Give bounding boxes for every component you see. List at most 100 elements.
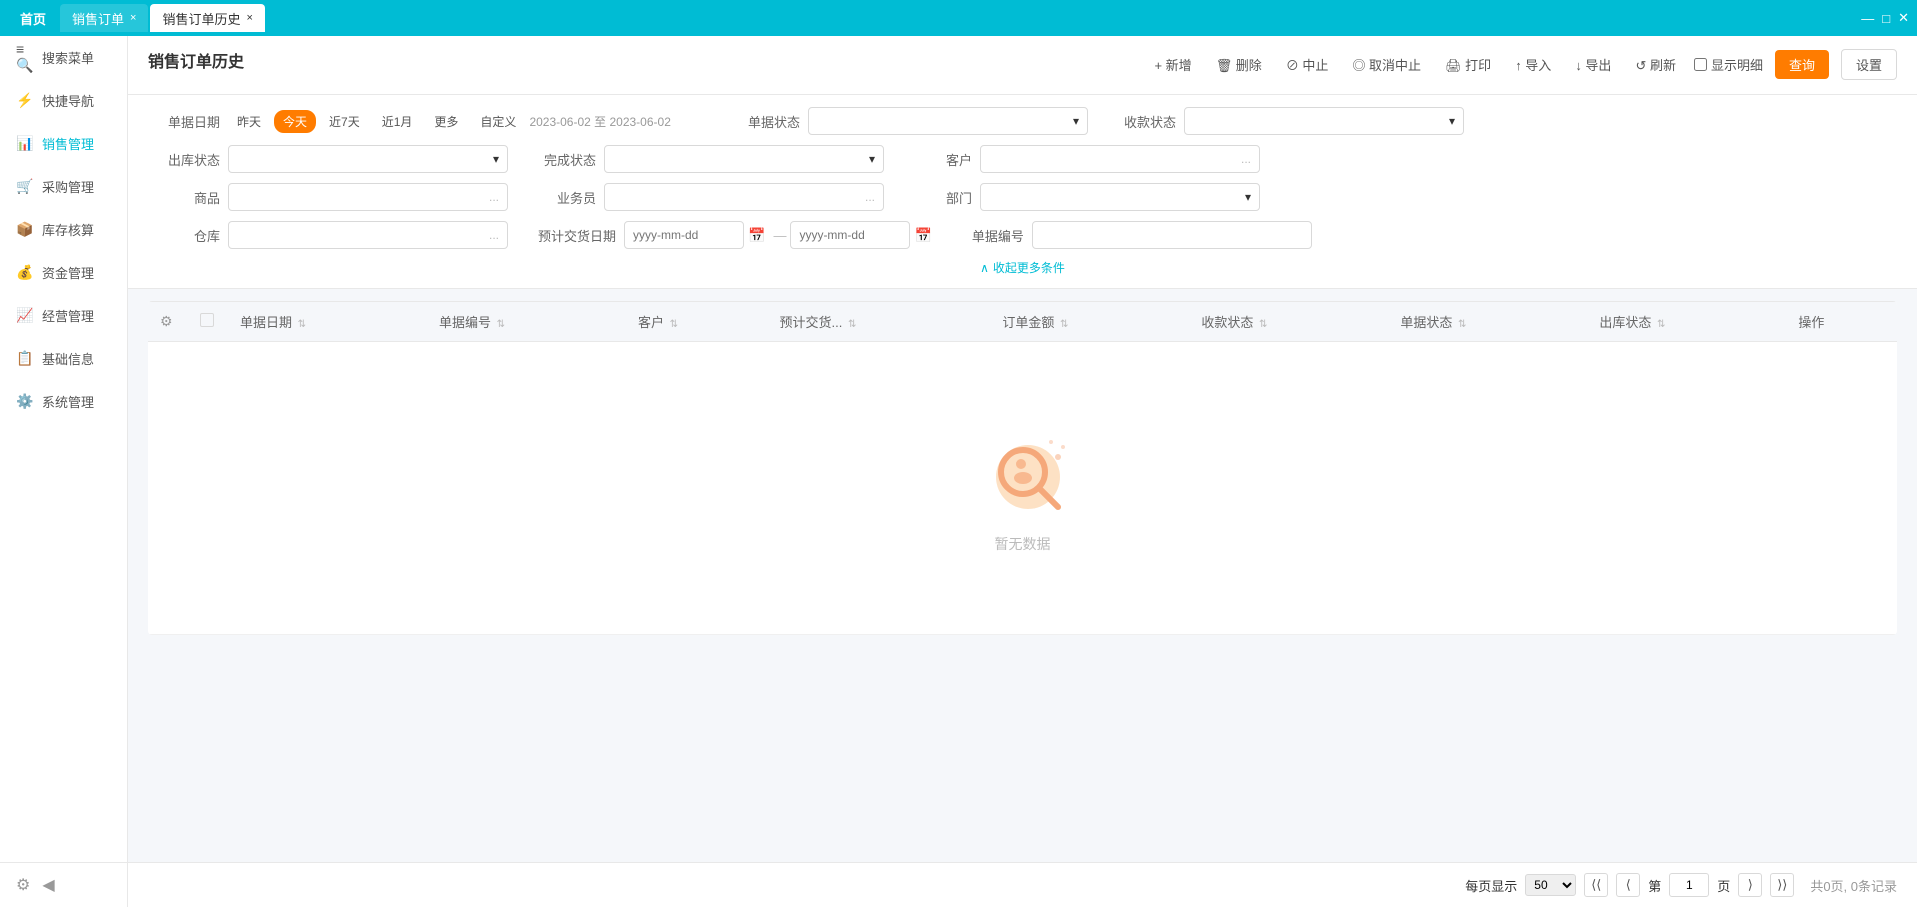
- date-7days-btn[interactable]: 近7天: [320, 110, 369, 133]
- salesperson-dots[interactable]: ...: [865, 190, 875, 204]
- tab-sales-history-close[interactable]: ×: [246, 12, 252, 24]
- col-date-sort[interactable]: ⇅: [298, 319, 306, 330]
- refresh-btn[interactable]: ↺ 刷新: [1629, 51, 1682, 78]
- page-number-input[interactable]: [1669, 873, 1709, 897]
- goods-select[interactable]: ...: [228, 183, 508, 211]
- page-next-btn[interactable]: ⟩: [1738, 873, 1762, 897]
- sidebar-item-inventory[interactable]: 📦 库存核算: [0, 208, 127, 251]
- tab-sales-history[interactable]: 销售订单历史 ×: [150, 4, 264, 32]
- tab-sales-history-label: 销售订单历史: [162, 9, 240, 28]
- warehouse-dots[interactable]: ...: [489, 228, 499, 242]
- col-customer-sort[interactable]: ⇅: [670, 319, 678, 330]
- settings-btn[interactable]: 设置: [1841, 49, 1897, 80]
- page-last-btn[interactable]: ⟩⟩: [1770, 873, 1794, 897]
- col-orderno-header[interactable]: 单据编号 ⇅: [427, 302, 626, 342]
- tab-home-label: 首页: [20, 9, 46, 28]
- col-delivery-sort[interactable]: ⇅: [1657, 319, 1665, 330]
- cancel-btn[interactable]: ◎ 取消中止: [1346, 51, 1427, 78]
- calendar-from-icon[interactable]: 📅: [748, 227, 765, 244]
- dept-select[interactable]: ▾: [980, 183, 1260, 211]
- window-close-btn[interactable]: ✕: [1898, 10, 1909, 26]
- goods-dots[interactable]: ...: [489, 190, 499, 204]
- sidebar-item-search-menu[interactable]: ≡🔍 搜索菜单: [0, 36, 127, 79]
- date-today-btn[interactable]: 今天: [274, 110, 316, 133]
- col-date-header[interactable]: 单据日期 ⇅: [228, 302, 427, 342]
- customer-select[interactable]: ...: [980, 145, 1260, 173]
- filter-row-1: 单据日期 昨天 今天 近7天 近1月 更多 自定义 2023-06-02 至 2…: [148, 107, 1897, 135]
- stop-btn[interactable]: ⊘ 中止: [1280, 51, 1335, 78]
- date-field: 昨天 今天 近7天 近1月 更多 自定义 2023-06-02 至 2023-0…: [228, 110, 728, 133]
- delete-btn[interactable]: 🗑 删除: [1210, 51, 1268, 78]
- import-btn[interactable]: ↑ 导入: [1509, 51, 1557, 78]
- filter-collapse-btn[interactable]: ∧ 收起更多条件: [148, 259, 1897, 276]
- col-expected-sort[interactable]: ⇅: [848, 319, 856, 330]
- sidebar-settings-icon[interactable]: ⚙: [16, 875, 30, 895]
- customer-dots[interactable]: ...: [1241, 152, 1251, 166]
- order-status-chevron: ▾: [1073, 114, 1079, 128]
- payment-status-select[interactable]: ▾: [1184, 107, 1464, 135]
- col-expected-header[interactable]: 预计交货... ⇅: [767, 302, 990, 342]
- warehouse-select[interactable]: ...: [228, 221, 508, 249]
- col-customer-header[interactable]: 客户 ⇅: [626, 302, 768, 342]
- new-btn[interactable]: + 新增: [1148, 51, 1197, 78]
- sidebar-item-sys-label: 系统管理: [42, 392, 94, 411]
- sidebar-item-sales-mgmt[interactable]: 📊 销售管理: [0, 122, 127, 165]
- sidebar-item-quick-nav[interactable]: ⚡ 快捷导航: [0, 79, 127, 122]
- print-btn[interactable]: 🖨 打印: [1439, 51, 1497, 78]
- search-menu-icon: ≡🔍: [16, 49, 34, 67]
- display-cols-toggle[interactable]: 显示明细: [1694, 55, 1763, 74]
- col-delivery-header[interactable]: 出库状态 ⇅: [1587, 302, 1786, 342]
- empty-row: 暂无数据: [148, 342, 1897, 635]
- col-orderno-label: 单据编号: [439, 315, 491, 330]
- col-amount-sort[interactable]: ⇅: [1060, 319, 1068, 330]
- col-orderstatus-sort[interactable]: ⇅: [1458, 319, 1466, 330]
- empty-text: 暂无数据: [995, 534, 1051, 554]
- col-settings-header[interactable]: ⚙: [148, 302, 188, 342]
- sidebar-item-base-info[interactable]: 📋 基础信息: [0, 337, 127, 380]
- sidebar: ≡🔍 搜索菜单 ⚡ 快捷导航 📊 销售管理 🛒 采购管理 📦 库存核算 💰 资金…: [0, 36, 128, 907]
- col-payment-header[interactable]: 收款状态 ⇅: [1189, 302, 1388, 342]
- page-title: 销售订单历史: [148, 48, 244, 72]
- expected-date-to-input[interactable]: [790, 221, 910, 249]
- sidebar-item-purchase-mgmt[interactable]: 🛒 采购管理: [0, 165, 127, 208]
- page-first-btn[interactable]: ⟨⟨: [1584, 873, 1608, 897]
- col-orderstatus-label: 单据状态: [1400, 315, 1452, 330]
- tab-home[interactable]: 首页: [8, 4, 58, 32]
- col-payment-sort[interactable]: ⇅: [1259, 319, 1267, 330]
- expected-date-from-input[interactable]: [624, 221, 744, 249]
- col-orderno-sort[interactable]: ⇅: [497, 319, 505, 330]
- calendar-to-icon[interactable]: 📅: [914, 227, 931, 244]
- order-status-select[interactable]: ▾: [808, 107, 1088, 135]
- goods-label: 商品: [148, 188, 228, 207]
- page-prev-btn[interactable]: ⟨: [1616, 873, 1640, 897]
- select-all-checkbox[interactable]: [200, 313, 214, 327]
- tab-sales-order[interactable]: 销售订单 ×: [60, 4, 148, 32]
- col-checkbox-header[interactable]: [188, 302, 228, 342]
- page-size-select[interactable]: 50 10 20 100: [1525, 874, 1576, 896]
- window-max-btn[interactable]: □: [1882, 11, 1890, 26]
- date-custom-btn[interactable]: 自定义: [471, 110, 525, 133]
- date-1month-btn[interactable]: 近1月: [373, 110, 422, 133]
- salesperson-select[interactable]: ...: [604, 183, 884, 211]
- col-amount-label: 订单金额: [1002, 315, 1054, 330]
- window-min-btn[interactable]: —: [1861, 11, 1874, 26]
- display-cols-checkbox[interactable]: [1694, 58, 1707, 71]
- sidebar-item-sys-mgmt[interactable]: ⚙️ 系统管理: [0, 380, 127, 423]
- complete-status-select[interactable]: ▾: [604, 145, 884, 173]
- content-area: 销售订单历史 + 新增 🗑 删除 ⊘ 中止 ◎ 取消中止 🖨 打印 ↑ 导入 ↓…: [128, 36, 1917, 907]
- col-amount-header[interactable]: 订单金额 ⇅: [990, 302, 1189, 342]
- delivery-status-select[interactable]: ▾: [228, 145, 508, 173]
- fund-mgmt-icon: 💰: [16, 264, 34, 282]
- sidebar-item-fund-mgmt[interactable]: 💰 资金管理: [0, 251, 127, 294]
- query-btn[interactable]: 查询: [1775, 50, 1829, 79]
- sidebar-collapse-icon[interactable]: ◀: [42, 875, 54, 895]
- order-no-input[interactable]: [1032, 221, 1312, 249]
- tab-sales-order-close[interactable]: ×: [130, 12, 136, 24]
- date-yesterday-btn[interactable]: 昨天: [228, 110, 270, 133]
- export-btn[interactable]: ↓ 导出: [1569, 51, 1617, 78]
- date-more-btn[interactable]: 更多: [425, 110, 467, 133]
- table-settings-icon[interactable]: ⚙: [160, 313, 173, 329]
- col-orderstatus-header[interactable]: 单据状态 ⇅: [1388, 302, 1587, 342]
- sys-mgmt-icon: ⚙️: [16, 393, 34, 411]
- sidebar-item-ops-mgmt[interactable]: 📈 经营管理: [0, 294, 127, 337]
